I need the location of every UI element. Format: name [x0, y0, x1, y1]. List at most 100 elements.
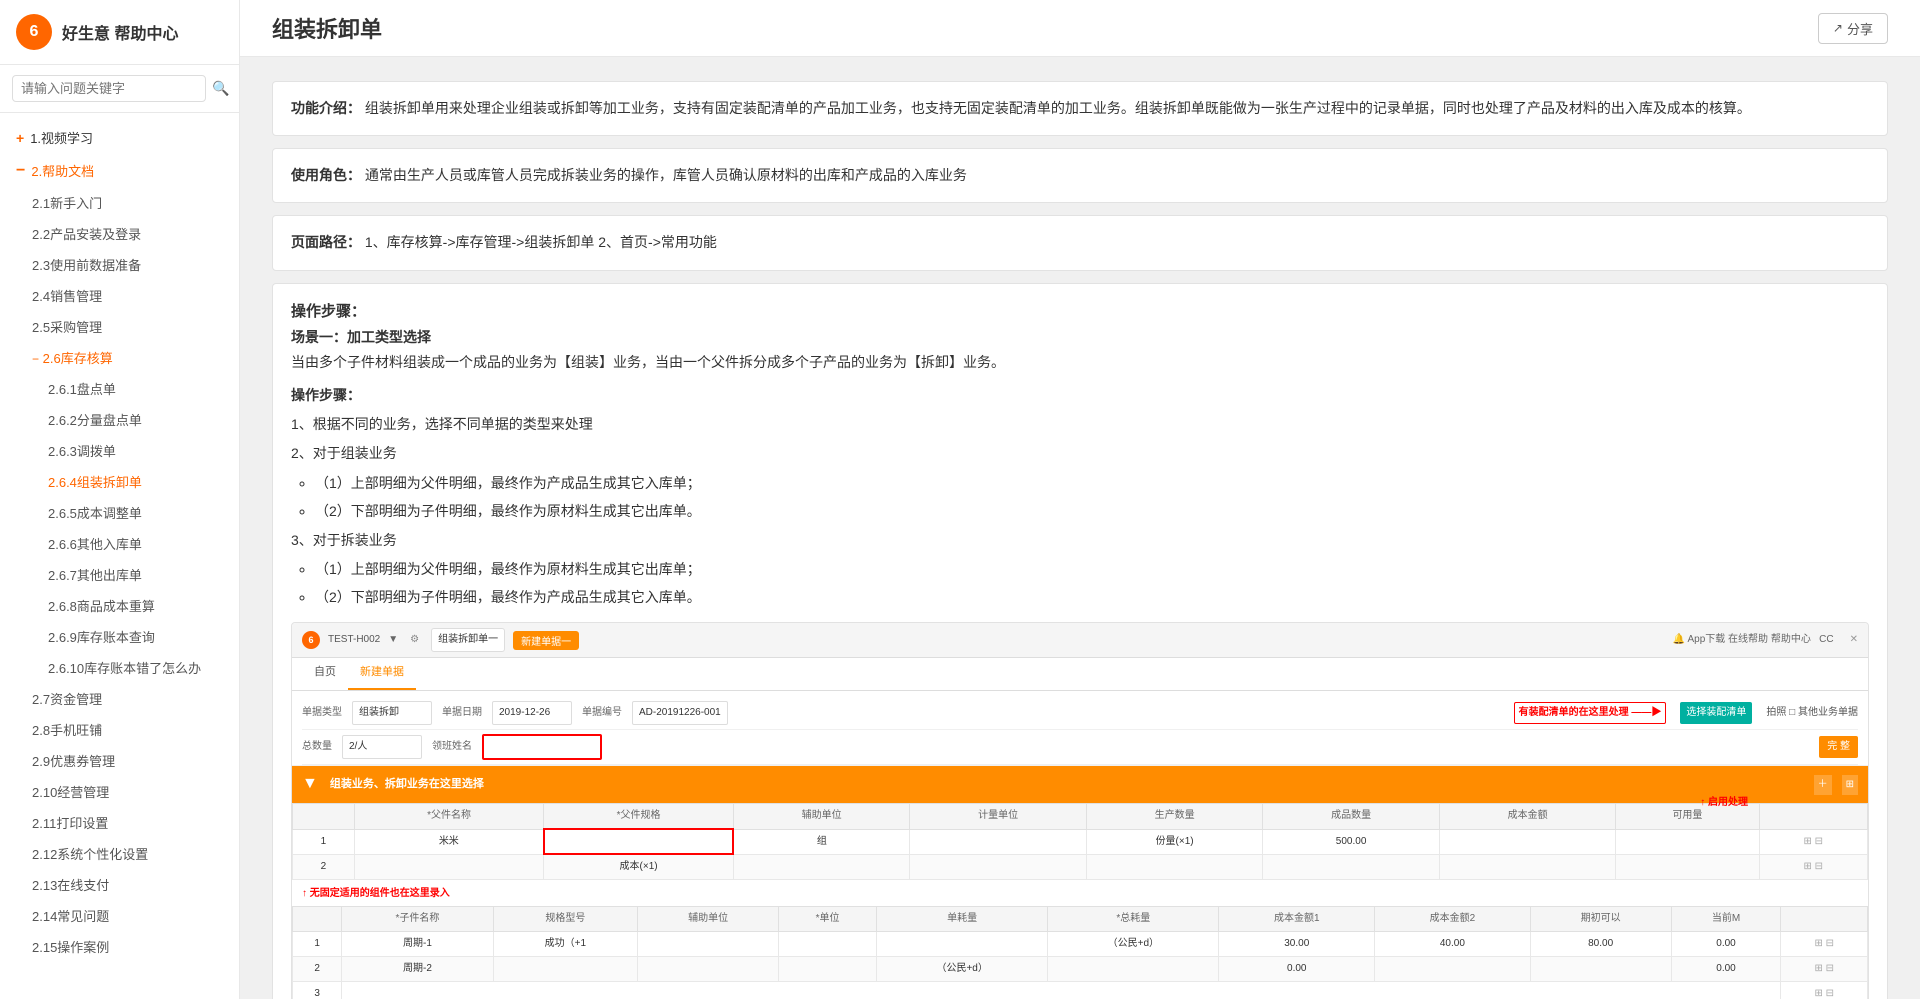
sidebar-item-2-6-5[interactable]: 2.6.5成本调整单 [0, 497, 239, 528]
sidebar-item-2-6-3[interactable]: 2.6.3调拨单 [0, 435, 239, 466]
sidebar-item-2-13[interactable]: 2.13在线支付 [0, 869, 239, 900]
sidebar-item-2-10[interactable]: 2.10经营管理 [0, 776, 239, 807]
cell-fcount2 [1263, 854, 1440, 880]
tab-new[interactable]: 新建单据 [348, 658, 416, 690]
sidebar-item-2-6-9[interactable]: 2.6.9库存账本查询 [0, 621, 239, 652]
sidebar-item-2-3[interactable]: 2.3使用前数据准备 [0, 249, 239, 280]
sidebar-item-2-6-8[interactable]: 2.6.8商品成本重算 [0, 590, 239, 621]
intro-label: 功能介绍： [291, 100, 361, 116]
main-header: 组装拆卸单 ↗ 分享 [240, 0, 1920, 57]
app-screenshot: 6 TEST-H002 ▼ ⚙ 组装拆卸单一 新建单据一 🔔 App下载 在线帮… [292, 623, 1868, 999]
qty-field[interactable]: 2/人 [342, 735, 422, 759]
cell-fop2[interactable]: ⊞ ⊟ [1759, 854, 1867, 880]
step-3-1: （1）上部明细为父件明细，最终作为原材料生成其它出库单； [315, 557, 1869, 582]
sidebar-item-2-6-6[interactable]: 2.6.6其他入库单 [0, 528, 239, 559]
sidebar-item-2-11[interactable]: 2.11打印设置 [0, 807, 239, 838]
upper-table-head: *父件名称 *父件规格 辅助单位 计量单位 生产数量 成品数量 成本金额 可用量 [293, 804, 1868, 830]
section-header-text: 组装业务、拆卸业务在这里选择 [330, 775, 484, 795]
sidebar-item-2-6-7[interactable]: 2.6.7其他出库单 [0, 559, 239, 590]
logo-icon: 6 [16, 14, 52, 50]
cell-aux: 组 [733, 829, 910, 854]
leader-field[interactable] [482, 734, 602, 760]
form-row-1: 单据类型 组装拆卸 单据日期 2019-12-26 单据编号 AD-201912… [302, 697, 1858, 730]
sidebar-item-2-6-1[interactable]: 2.6.1盘点单 [0, 373, 239, 404]
app-company-tag: TEST-H002 [328, 631, 380, 649]
search-icon[interactable]: 🔍 [212, 80, 229, 97]
sidebar-item-2-7[interactable]: 2.7资金管理 [0, 683, 239, 714]
search-input[interactable] [12, 75, 206, 102]
section-2-title[interactable]: − 2.帮助文档 [0, 154, 239, 187]
btn-photo[interactable]: 拍照 □ 其他业务单据 [1766, 704, 1858, 722]
th-cost: 成本金额 [1439, 804, 1616, 830]
lth-single: 单耗量 [877, 906, 1048, 931]
lower-table-body: 1 周期-1 成功（+1 （公民+d） 30.00 40.00 80. [293, 931, 1868, 999]
sidebar-item-2-8[interactable]: 2.8手机旺铺 [0, 714, 239, 745]
cell-fspec2: 成本(×1) [544, 854, 734, 880]
upper-table: *父件名称 *父件规格 辅助单位 计量单位 生产数量 成品数量 成本金额 可用量 [292, 803, 1868, 880]
share-button[interactable]: ↗ 分享 [1818, 13, 1888, 44]
step-2-1: （1）上部明细为父件明细，最终作为产成品生成其它入库单； [315, 471, 1869, 496]
tab-home[interactable]: 自页 [302, 658, 348, 690]
date-field[interactable]: 2019-12-26 [492, 701, 572, 725]
sidebar-nav: + 1.视频学习 − 2.帮助文档 2.1新手入门 2.2产品安装及登录 2.3… [0, 113, 239, 999]
th-prod-count: 成品数量 [1263, 804, 1440, 830]
table-row: 3⊞ ⊟ [293, 981, 1868, 999]
sidebar-item-2-12[interactable]: 2.12系统个性化设置 [0, 838, 239, 869]
form-area: 单据类型 组装拆卸 单据日期 2019-12-26 单据编号 AD-201912… [292, 691, 1868, 766]
section-1: + 1.视频学习 [0, 121, 239, 154]
intro-card: 功能介绍： 组装拆卸单用来处理企业组装或拆卸等加工业务，支持有固定装配清单的产品… [272, 81, 1888, 136]
role-card: 使用角色： 通常由生产人员或库管人员完成拆装业务的操作，库管人员确认原材料的出库… [272, 148, 1888, 203]
app-logo-icon: 6 [302, 631, 320, 649]
section-collapse-icon[interactable]: ▼ [302, 770, 318, 799]
section-2: − 2.帮助文档 2.1新手入门 2.2产品安装及登录 2.3使用前数据准备 2… [0, 154, 239, 962]
section-header: ▼ 组装业务、拆卸业务在这里选择 ＋ ⊞ [292, 766, 1868, 803]
sidebar-item-2-14[interactable]: 2.14常见问题 [0, 900, 239, 931]
step-2-sublist: （1）上部明细为父件明细，最终作为产成品生成其它入库单； （2）下部明细为子件明… [291, 471, 1869, 524]
table-row: 2 成本(×1) ⊞ ⊟ [293, 854, 1868, 880]
lower-table-head: *子件名称 规格型号 辅助单位 *单位 单耗量 *总耗量 成本金额1 成本金额2… [293, 906, 1868, 931]
sidebar-item-2-5[interactable]: 2.5采购管理 [0, 311, 239, 342]
app-top-icons: 🔔 App下载 在线帮助 帮助中心 CC [1673, 631, 1834, 649]
ann-select-list: 有装配清单的在这里处理 ——▶ [1514, 702, 1667, 724]
cell-fspec [544, 829, 734, 854]
type-field[interactable]: 组装拆卸 [352, 701, 432, 725]
sidebar-item-2-9[interactable]: 2.9优惠券管理 [0, 745, 239, 776]
role-label: 使用角色： [291, 167, 361, 183]
ops-title: 操作步骤： [291, 298, 1869, 325]
cell-no2: 2 [293, 854, 355, 880]
cell-favail [1616, 829, 1759, 854]
cell-aux2 [733, 854, 910, 880]
app-new-btn[interactable]: 新建单据一 [513, 631, 579, 650]
sidebar-item-2-15[interactable]: 2.15操作案例 [0, 931, 239, 962]
section-1-title[interactable]: + 1.视频学习 [0, 121, 239, 154]
sidebar-item-2-2[interactable]: 2.2产品安装及登录 [0, 218, 239, 249]
path-card: 页面路径： 1、库存核算->库存管理->组装拆卸单 2、首页->常用功能 [272, 215, 1888, 270]
main-content: 功能介绍： 组装拆卸单用来处理企业组装或拆卸等加工业务，支持有固定装配清单的产品… [240, 57, 1920, 999]
btn-ok[interactable]: 完 整 [1819, 736, 1858, 758]
table-row: 2 周期-2 （公民+d） 0.00 [293, 956, 1868, 981]
lth-child-name: *子件名称 [342, 906, 493, 931]
lower-table-wrapper: *子件名称 规格型号 辅助单位 *单位 单耗量 *总耗量 成本金额1 成本金额2… [292, 906, 1868, 999]
expand-icon[interactable]: ⊞ [1842, 775, 1858, 795]
add-row-icon[interactable]: ＋ [1814, 775, 1832, 795]
cell-fcost [1439, 829, 1616, 854]
sidebar-item-2-4[interactable]: 2.4销售管理 [0, 280, 239, 311]
app-unit-select[interactable]: 组装拆卸单一 [431, 628, 505, 652]
type-label: 单据类型 [302, 704, 342, 722]
sidebar-item-2-6-2[interactable]: 2.6.2分量盘点单 [0, 404, 239, 435]
btn-select-list[interactable]: 选择装配清单 [1680, 702, 1752, 724]
sidebar-item-2-6-10[interactable]: 2.6.10库存账本错了怎么办 [0, 652, 239, 683]
lth-unit: *单位 [779, 906, 877, 931]
cell-fcount: 500.00 [1263, 829, 1440, 854]
app-close-icon[interactable]: ✕ [1850, 631, 1858, 649]
no-field[interactable]: AD-20191226-001 [632, 701, 728, 725]
sidebar-item-2-1[interactable]: 2.1新手入门 [0, 187, 239, 218]
cell-fop[interactable]: ⊞ ⊟ [1759, 829, 1867, 854]
sidebar-item-2-6[interactable]: − 2.6库存核算 [0, 342, 239, 373]
sidebar-item-2-6-4[interactable]: 2.6.4组装拆卸单 [0, 466, 239, 497]
lth-cost1: 成本金额1 [1219, 906, 1375, 931]
logo-area: 6 好生意 帮助中心 [0, 0, 239, 65]
step-2-2: （2）下部明细为子件明细，最终作为原材料生成其它出库单。 [315, 499, 1869, 524]
lth-cur: 当前M [1671, 906, 1781, 931]
cell-pqty: 份量(×1) [1086, 829, 1263, 854]
